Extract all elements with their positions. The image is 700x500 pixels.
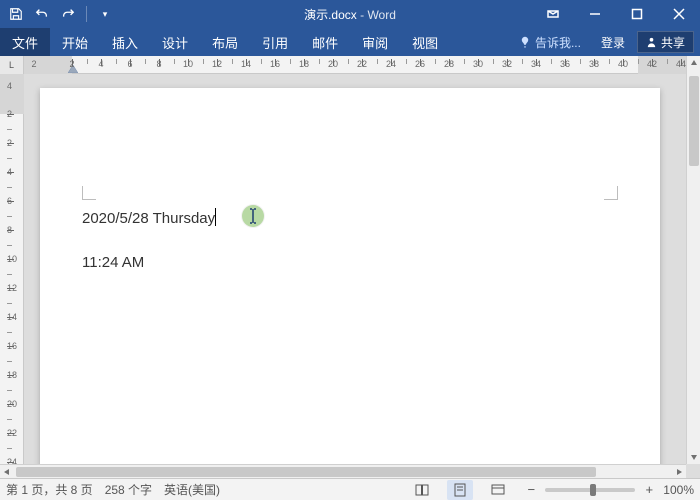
undo-icon[interactable] (32, 4, 52, 24)
tab-view[interactable]: 视图 (400, 28, 450, 56)
zoom-percent[interactable]: 100% (663, 483, 694, 497)
ibeam-cursor-icon (242, 205, 264, 227)
scroll-down-icon[interactable] (687, 450, 700, 464)
zoom-slider[interactable] (545, 488, 635, 492)
save-icon[interactable] (6, 4, 26, 24)
redo-icon[interactable] (58, 4, 78, 24)
zoom-in-button[interactable]: + (641, 482, 657, 498)
horizontal-ruler[interactable]: L 22468101214161820222426283032343638404… (0, 56, 686, 74)
text-caret (215, 208, 216, 226)
quick-access-toolbar: ▾ (0, 4, 115, 24)
text-line-1: 2020/5/28 Thursday (82, 210, 215, 227)
tab-references[interactable]: 引用 (250, 28, 300, 56)
zoom-control: − + 100% (523, 482, 694, 498)
horizontal-scrollbar[interactable] (0, 464, 686, 478)
share-label: 共享 (661, 34, 685, 51)
tab-insert[interactable]: 插入 (100, 28, 150, 56)
margin-corner-tl (82, 186, 96, 200)
title-bar: ▾ 演示.docx - Word (0, 0, 700, 28)
minimize-icon[interactable] (574, 0, 616, 28)
tab-design[interactable]: 设计 (150, 28, 200, 56)
tab-layout[interactable]: 布局 (200, 28, 250, 56)
status-wordcount[interactable]: 258 个字 (105, 481, 152, 498)
page[interactable]: 2020/5/28 Thursday 11:24 AM (40, 88, 660, 464)
share-button[interactable]: 共享 (637, 31, 694, 53)
status-page[interactable]: 第 1 页，共 8 页 (6, 481, 93, 498)
tab-mailings[interactable]: 邮件 (300, 28, 350, 56)
tab-home[interactable]: 开始 (50, 28, 100, 56)
zoom-slider-knob[interactable] (590, 484, 596, 496)
margin-corner-tr (604, 186, 618, 200)
status-language[interactable]: 英语(美国) (164, 481, 220, 498)
page-content[interactable]: 2020/5/28 Thursday 11:24 AM (82, 208, 618, 271)
scroll-left-icon[interactable] (0, 465, 14, 479)
tell-me-search[interactable]: 告诉我... (511, 34, 589, 51)
document-name: 演示.docx (304, 8, 357, 22)
hscroll-thumb[interactable] (16, 467, 596, 477)
qat-separator (86, 6, 87, 22)
window-controls (532, 0, 700, 28)
view-print-layout-icon[interactable] (447, 480, 473, 500)
scroll-right-icon[interactable] (672, 465, 686, 479)
status-bar: 第 1 页，共 8 页 258 个字 英语(美国) − + 100% (0, 478, 700, 500)
view-read-mode-icon[interactable] (409, 480, 435, 500)
tab-review[interactable]: 审阅 (350, 28, 400, 56)
ribbon-display-options-icon[interactable] (532, 0, 574, 28)
qat-customize-icon[interactable]: ▾ (95, 4, 115, 24)
document-area[interactable]: 2020/5/28 Thursday 11:24 AM (24, 74, 686, 464)
close-icon[interactable] (658, 0, 700, 28)
view-web-layout-icon[interactable] (485, 480, 511, 500)
tell-me-placeholder: 告诉我... (535, 34, 581, 51)
maximize-icon[interactable] (616, 0, 658, 28)
vertical-scrollbar[interactable] (686, 56, 700, 464)
text-line-2: 11:24 AM (82, 254, 144, 271)
tab-file[interactable]: 文件 (0, 28, 50, 56)
zoom-out-button[interactable]: − (523, 482, 539, 498)
signin-link[interactable]: 登录 (593, 34, 633, 51)
scroll-up-icon[interactable] (687, 56, 700, 70)
scroll-thumb[interactable] (689, 76, 699, 166)
vertical-ruler[interactable]: 4224681012141618202224 (0, 74, 24, 464)
ribbon-tabs: 文件 开始 插入 设计 布局 引用 邮件 审阅 视图 告诉我... 登录 共享 (0, 28, 700, 56)
tab-selector[interactable]: L (0, 56, 24, 74)
app-name: - Word (357, 8, 396, 22)
